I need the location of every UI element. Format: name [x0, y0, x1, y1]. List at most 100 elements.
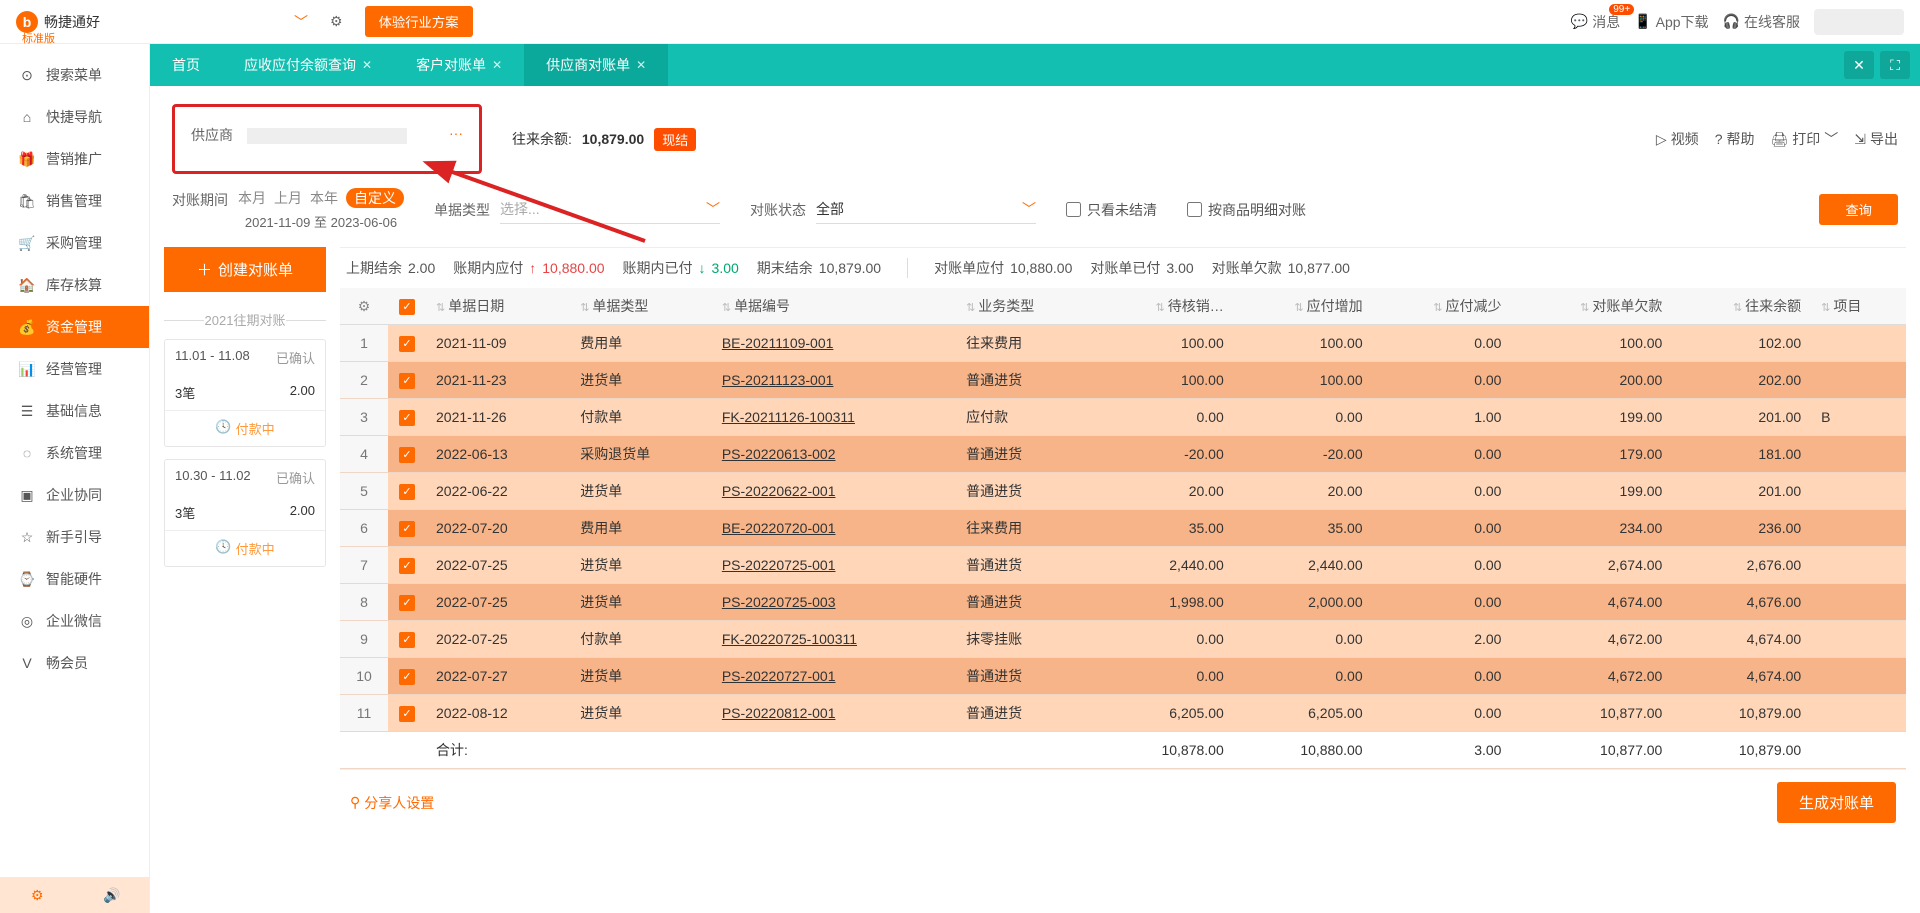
- experience-button[interactable]: 体验行业方案: [365, 6, 473, 37]
- table-row[interactable]: 5 ✓ 2022-06-22 进货单 PS-20220622-001 普通进货 …: [340, 473, 1906, 510]
- doc-link[interactable]: BE-20211109-001: [722, 335, 834, 351]
- doc-link[interactable]: PS-20220812-001: [722, 705, 836, 721]
- table-row[interactable]: 3 ✓ 2021-11-26 付款单 FK-20211126-100311 应付…: [340, 399, 1906, 436]
- doc-link[interactable]: PS-20220613-002: [722, 446, 836, 462]
- clock-icon: 🕓: [215, 419, 231, 438]
- tab-close-icon[interactable]: ✕: [492, 58, 502, 72]
- sidebar-item[interactable]: 🏠库存核算: [0, 264, 149, 306]
- main-panel: 供应商 ··· 往来余额: 10,879.00 现结 ▷视频 ?帮助 🖨打印 ﹀…: [150, 86, 1920, 913]
- online-support-link[interactable]: 🎧 在线客服: [1723, 12, 1800, 32]
- sidebar-item[interactable]: ☆新手引导: [0, 516, 149, 558]
- video-link[interactable]: ▷视频: [1656, 129, 1699, 149]
- row-checkbox[interactable]: ✓: [388, 695, 426, 732]
- table-row[interactable]: 1 ✓ 2021-11-09 费用单 BE-20211109-001 往来费用 …: [340, 325, 1906, 362]
- org-chevron-down-icon[interactable]: ﹀: [294, 12, 308, 32]
- sidebar-item[interactable]: ◌系统管理: [0, 432, 149, 474]
- generate-recon-button[interactable]: 生成对账单: [1777, 782, 1896, 823]
- col-proj: ⇅项目: [1811, 288, 1906, 325]
- sidebar-item[interactable]: 🛒采购管理: [0, 222, 149, 264]
- table-row[interactable]: 10 ✓ 2022-07-27 进货单 PS-20220727-001 普通进货…: [340, 658, 1906, 695]
- history-card[interactable]: 10.30 - 11.02已确认 3笔2.00 🕓付款中: [164, 459, 326, 567]
- sidebar-item[interactable]: ⌚智能硬件: [0, 558, 149, 600]
- table-row[interactable]: 6 ✓ 2022-07-20 费用单 BE-20220720-001 往来费用 …: [340, 510, 1906, 547]
- sidebar-item-label: 智能硬件: [46, 569, 102, 589]
- row-checkbox[interactable]: ✓: [388, 325, 426, 362]
- select-all-checkbox[interactable]: ✓: [388, 288, 426, 325]
- table-settings-icon[interactable]: ⚙: [340, 288, 388, 325]
- share-icon: ⚲: [350, 794, 360, 811]
- export-link[interactable]: ⇲导出: [1854, 129, 1898, 149]
- print-link[interactable]: 🖨打印 ﹀: [1770, 129, 1838, 149]
- sidebar-item[interactable]: ▣企业协同: [0, 474, 149, 516]
- sidebar-item[interactable]: 🛍销售管理: [0, 180, 149, 222]
- table-row[interactable]: 9 ✓ 2022-07-25 付款单 FK-20220725-100311 抹零…: [340, 621, 1906, 658]
- doc-link[interactable]: PS-20220725-003: [722, 594, 836, 610]
- row-checkbox[interactable]: ✓: [388, 399, 426, 436]
- period-range[interactable]: 2021-11-09 至 2023-06-06: [245, 212, 397, 231]
- table-row[interactable]: 8 ✓ 2022-07-25 进货单 PS-20220725-003 普通进货 …: [340, 584, 1906, 621]
- row-checkbox[interactable]: ✓: [388, 436, 426, 473]
- col-inc: ⇅应付增加: [1234, 288, 1373, 325]
- table-row[interactable]: 2 ✓ 2021-11-23 进货单 PS-20211123-001 普通进货 …: [340, 362, 1906, 399]
- supplier-filter-box: 供应商 ···: [172, 104, 482, 174]
- row-checkbox[interactable]: ✓: [388, 510, 426, 547]
- tab-fullscreen-button[interactable]: ⛶: [1880, 51, 1910, 79]
- sidebar-foot-settings-icon[interactable]: ⚙: [0, 887, 75, 904]
- row-checkbox[interactable]: ✓: [388, 621, 426, 658]
- sidebar-item[interactable]: ⊙搜索菜单: [0, 54, 149, 96]
- period-last-month[interactable]: 上月: [274, 188, 302, 208]
- sidebar-item[interactable]: 💰资金管理: [0, 306, 149, 348]
- sidebar-item[interactable]: ◎企业微信: [0, 600, 149, 642]
- balance-label: 往来余额:: [512, 129, 572, 149]
- checkbox-detail[interactable]: 按商品明细对账: [1187, 200, 1306, 220]
- create-recon-button[interactable]: ＋ 创建对账单: [164, 247, 326, 292]
- row-checkbox[interactable]: ✓: [388, 658, 426, 695]
- settings-gear-icon[interactable]: ⚙: [330, 13, 343, 30]
- tab-close-all-button[interactable]: ✕: [1844, 51, 1874, 79]
- sidebar-item[interactable]: 📊经营管理: [0, 348, 149, 390]
- doc-link[interactable]: PS-20220725-001: [722, 557, 836, 573]
- checkbox-unsettled[interactable]: 只看未结清: [1066, 200, 1157, 220]
- sidebar-item[interactable]: ⌂快捷导航: [0, 96, 149, 138]
- tab[interactable]: 首页: [150, 44, 222, 86]
- history-card[interactable]: 11.01 - 11.08已确认 3笔2.00 🕓付款中: [164, 339, 326, 447]
- status-select[interactable]: 全部 ﹀: [816, 195, 1036, 224]
- org-name[interactable]: [176, 20, 284, 24]
- doc-link[interactable]: PS-20211123-001: [722, 372, 834, 388]
- messages-link[interactable]: 💬 消息: [1571, 12, 1620, 32]
- app-download-link[interactable]: 📱 App下载: [1634, 12, 1708, 32]
- tab[interactable]: 应收应付余额查询✕: [222, 44, 394, 86]
- period-this-year[interactable]: 本年: [310, 188, 338, 208]
- doc-link[interactable]: BE-20220720-001: [722, 520, 836, 536]
- row-checkbox[interactable]: ✓: [388, 547, 426, 584]
- table-row[interactable]: 4 ✓ 2022-06-13 采购退货单 PS-20220613-002 普通进…: [340, 436, 1906, 473]
- row-checkbox[interactable]: ✓: [388, 473, 426, 510]
- share-settings-link[interactable]: ⚲ 分享人设置: [350, 793, 434, 813]
- doc-link[interactable]: FK-20211126-100311: [722, 409, 855, 425]
- user-avatar[interactable]: [1814, 9, 1904, 35]
- supplier-value[interactable]: [247, 128, 407, 144]
- period-custom[interactable]: 自定义: [346, 188, 404, 208]
- doc-link[interactable]: PS-20220622-001: [722, 483, 836, 499]
- sidebar-item[interactable]: ☰基础信息: [0, 390, 149, 432]
- tab[interactable]: 供应商对账单✕: [524, 44, 668, 86]
- row-checkbox[interactable]: ✓: [388, 584, 426, 621]
- sidebar-icon: ⊙: [18, 67, 36, 84]
- sidebar-item[interactable]: 🎁营销推广: [0, 138, 149, 180]
- tab-close-icon[interactable]: ✕: [362, 58, 372, 72]
- row-checkbox[interactable]: ✓: [388, 362, 426, 399]
- doc-link[interactable]: PS-20220727-001: [722, 668, 836, 684]
- tab[interactable]: 客户对账单✕: [394, 44, 524, 86]
- doctype-select[interactable]: 选择... ﹀: [500, 195, 720, 224]
- supplier-more-icon[interactable]: ···: [449, 125, 463, 141]
- period-this-month[interactable]: 本月: [238, 188, 266, 208]
- help-link[interactable]: ?帮助: [1715, 129, 1755, 149]
- tab-close-icon[interactable]: ✕: [636, 58, 646, 72]
- sidebar-item[interactable]: V畅会员: [0, 642, 149, 684]
- sidebar-foot-sound-icon[interactable]: 🔊: [75, 887, 150, 904]
- doc-link[interactable]: FK-20220725-100311: [722, 631, 857, 647]
- messages-label: 消息: [1592, 12, 1620, 32]
- query-button[interactable]: 查询: [1819, 194, 1898, 225]
- table-row[interactable]: 11 ✓ 2022-08-12 进货单 PS-20220812-001 普通进货…: [340, 695, 1906, 732]
- table-row[interactable]: 7 ✓ 2022-07-25 进货单 PS-20220725-001 普通进货 …: [340, 547, 1906, 584]
